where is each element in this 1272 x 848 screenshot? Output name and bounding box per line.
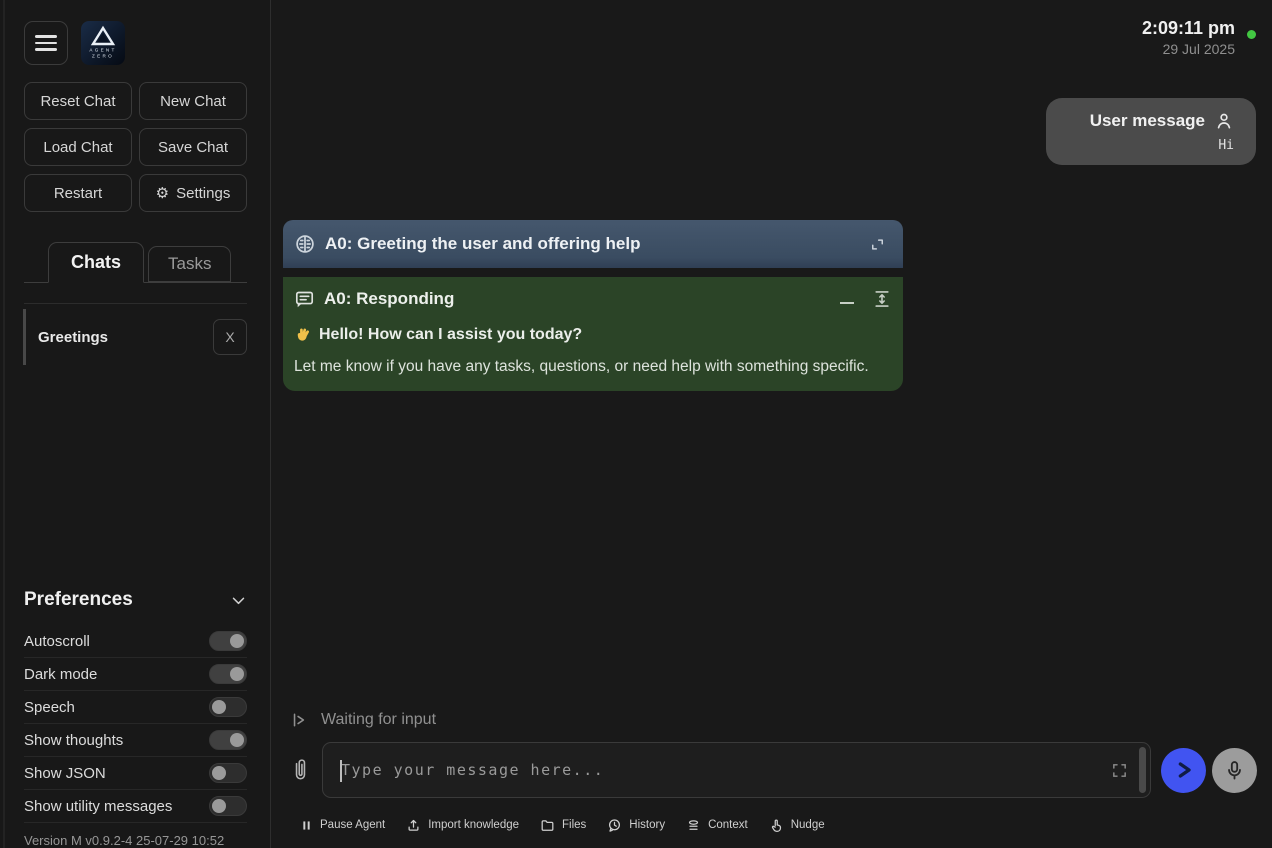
settings-button[interactable]: ⚙ Settings [139, 174, 247, 212]
microphone-button[interactable] [1212, 747, 1257, 793]
send-arrow-icon [1178, 762, 1191, 778]
person-icon [1217, 113, 1231, 129]
message-input-container [322, 742, 1151, 798]
pause-icon [303, 820, 310, 830]
load-chat-button[interactable]: Load Chat [24, 128, 132, 166]
import-knowledge-button[interactable]: Import knowledge [406, 818, 519, 833]
upload-icon [408, 819, 419, 831]
nudge-hand-icon [771, 818, 781, 832]
response-detail: Let me know if you have any tasks, quest… [294, 358, 869, 375]
chat-item-title: Greetings [38, 328, 109, 346]
message-icon [295, 291, 314, 307]
pref-row-speech: Speech [24, 691, 247, 724]
files-button[interactable]: Files [540, 818, 586, 833]
input-scrollbar[interactable] [1139, 747, 1146, 793]
pause-agent-button[interactable]: Pause Agent [300, 819, 385, 832]
send-button[interactable] [1161, 747, 1206, 793]
bottom-toolbar: Pause Agent Import knowledge Files Histo… [300, 812, 1272, 838]
composer-row [291, 742, 1257, 798]
context-button[interactable]: Context [686, 818, 748, 833]
sidebar: AGENT ZERO Reset Chat New Chat Load Chat… [0, 0, 271, 848]
agent-zero-logo: AGENT ZERO [81, 21, 125, 65]
online-status-dot [1247, 30, 1256, 39]
folder-icon [541, 819, 554, 831]
fullscreen-input-icon[interactable] [1111, 762, 1128, 779]
svg-text:ZERO: ZERO [92, 54, 114, 59]
sidebar-scrollbar-gutter [3, 0, 5, 848]
chevron-down-icon [232, 597, 245, 604]
clock-block: 2:09:11 pm 29 Jul 2025 [1142, 18, 1256, 57]
restart-button[interactable]: Restart [24, 174, 132, 212]
preferences-header[interactable]: Preferences [24, 589, 247, 625]
preferences-section: Preferences Autoscroll Dark mode Speech … [24, 589, 247, 848]
user-message-bubble: User message Hi [1046, 98, 1256, 165]
save-chat-button[interactable]: Save Chat [139, 128, 247, 166]
show-json-toggle[interactable] [209, 763, 247, 783]
sidebar-tabs: Chats Tasks [24, 242, 247, 283]
pref-row-show-utility: Show utility messages [24, 790, 247, 823]
pref-row-autoscroll: Autoscroll [24, 625, 247, 658]
agent-status-row: Waiting for input [291, 711, 1272, 729]
show-utility-toggle[interactable] [209, 796, 247, 816]
brain-icon [296, 235, 314, 253]
user-message-title: User message [1089, 111, 1205, 130]
gear-icon: ⚙ [155, 184, 170, 202]
pref-row-dark-mode: Dark mode [24, 658, 247, 691]
current-date: 29 Jul 2025 [1162, 41, 1235, 57]
message-input[interactable] [323, 761, 1111, 779]
hamburger-menu-button[interactable] [24, 21, 68, 65]
tab-chats[interactable]: Chats [48, 242, 145, 283]
dark-mode-toggle[interactable] [209, 664, 247, 684]
minimize-icon[interactable] [840, 301, 854, 305]
version-text: Version M v0.9.2-4 25-07-29 10:52 [24, 833, 225, 848]
waiting-icon [293, 713, 305, 727]
attachment-icon[interactable] [291, 756, 310, 784]
expand-icon[interactable] [868, 235, 887, 254]
response-greeting: Hello! How can I assist you today? [319, 326, 583, 343]
agent-thought-bubble: A0: Greeting the user and offering help [283, 220, 903, 268]
agent-response-bubble: A0: Responding Hello! How can I assist y… [283, 277, 903, 391]
agent-status-text: Waiting for input [321, 711, 437, 728]
divider [24, 303, 247, 304]
new-chat-button[interactable]: New Chat [139, 82, 247, 120]
speech-toggle[interactable] [209, 697, 247, 717]
tab-tasks[interactable]: Tasks [148, 246, 232, 282]
chat-close-button[interactable]: X [213, 319, 247, 355]
wave-emoji-icon [297, 328, 310, 341]
history-clock-icon [609, 818, 621, 832]
hamburger-icon [35, 35, 57, 38]
agent-message-group: A0: Greeting the user and offering help … [283, 220, 903, 391]
expand-height-icon[interactable] [872, 288, 892, 310]
preferences-title: Preferences [24, 589, 133, 610]
history-button[interactable]: History [607, 818, 665, 833]
current-time: 2:09:11 pm [1141, 18, 1235, 38]
pref-row-show-thoughts: Show thoughts [24, 724, 247, 757]
bottom-dock: Waiting for input Type your message here… [271, 711, 1272, 848]
show-thoughts-toggle[interactable] [209, 730, 247, 750]
pref-row-show-json: Show JSON [24, 757, 247, 790]
thought-title: A0: Greeting the user and offering help [325, 234, 641, 253]
chat-main-area: 2:09:11 pm 29 Jul 2025 User message Hi A… [271, 0, 1272, 848]
chat-list-item[interactable]: Greetings X [23, 309, 247, 365]
text-caret [340, 760, 342, 782]
microphone-icon [1228, 760, 1241, 780]
autoscroll-toggle[interactable] [209, 631, 247, 651]
reset-chat-button[interactable]: Reset Chat [24, 82, 132, 120]
context-stack-icon [688, 819, 699, 830]
nudge-button[interactable]: Nudge [769, 818, 825, 833]
response-title: A0: Responding [324, 289, 455, 308]
svg-text:AGENT: AGENT [89, 48, 116, 53]
user-message-text: Hi [1218, 138, 1234, 153]
